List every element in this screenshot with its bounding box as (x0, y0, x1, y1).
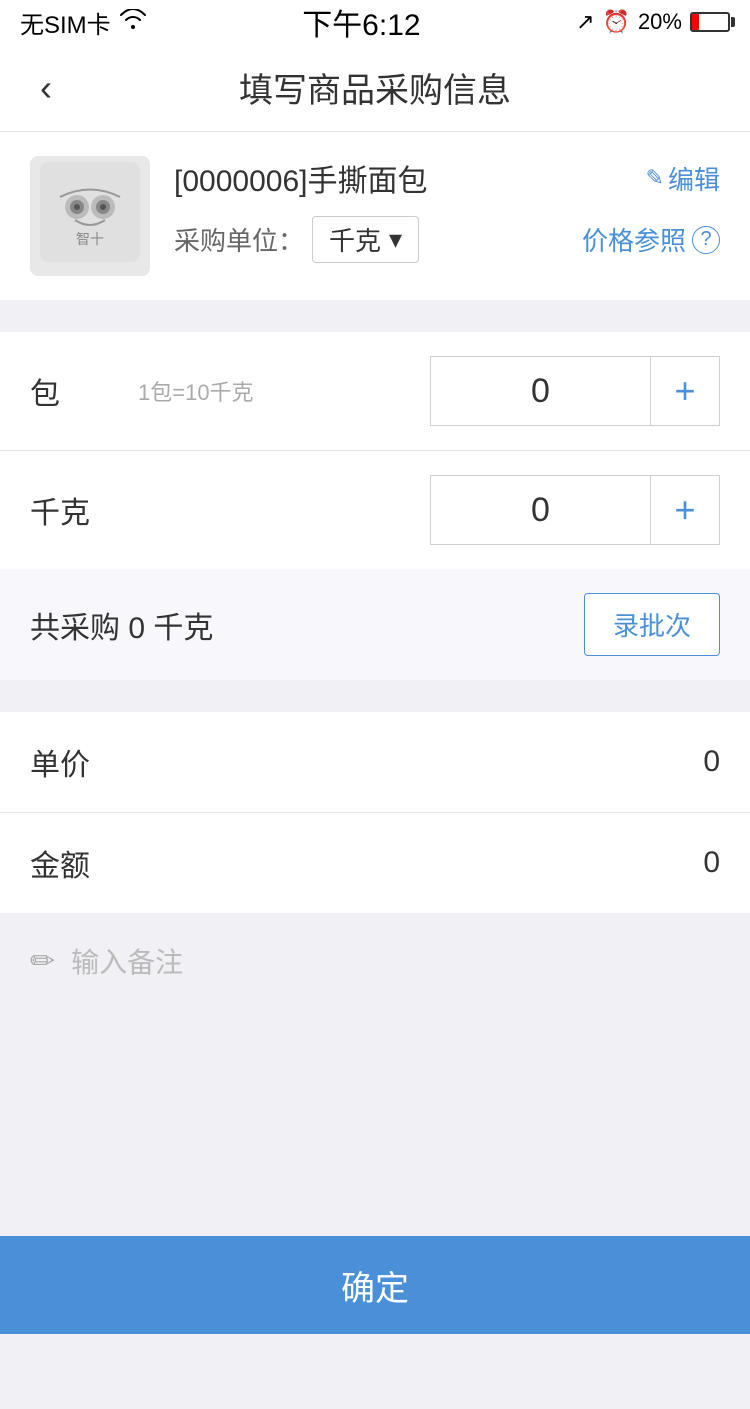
unit-label: 采购单位： (174, 221, 304, 258)
location-icon: ↗ (576, 9, 594, 35)
wifi-icon (119, 8, 147, 36)
kg-input-row: 千克 + (0, 451, 750, 569)
bao-hint: 1包=10千克 (138, 375, 254, 407)
amount-row: 金额 0 (0, 813, 750, 913)
status-time: 下午6:12 (302, 0, 420, 44)
status-left: 无SIM卡 (20, 5, 147, 40)
summary-row: 共采购 0 千克 录批次 (0, 569, 750, 680)
svg-text:智十: 智十 (76, 231, 104, 247)
unit-price-value: 0 (703, 745, 720, 779)
confirm-button-label: 确定 (341, 1261, 409, 1310)
section-divider-1 (0, 316, 750, 332)
battery-icon (690, 12, 730, 32)
input-section: 包 1包=10千克 + 千克 + (0, 332, 750, 569)
help-icon: ? (692, 226, 720, 254)
pencil-icon: ✏ (30, 944, 55, 979)
price-ref-button[interactable]: 价格参照 ? (582, 221, 720, 258)
price-section: 单价 0 金额 0 (0, 712, 750, 913)
bao-plus-button[interactable]: + (650, 356, 720, 426)
kg-input-group: + (430, 475, 720, 545)
unit-select[interactable]: 千克 ▾ (312, 216, 419, 263)
product-card: 智十 [0000006]手撕面包 ✎ 编辑 采购单位： 千克 ▾ (0, 132, 750, 300)
product-unit-row: 采购单位： 千克 ▾ 价格参照 ? (174, 216, 720, 263)
status-bar: 无SIM卡 下午6:12 ↗ ⏰ 20% (0, 0, 750, 44)
section-divider-2 (0, 680, 750, 696)
battery-percent: 20% (638, 9, 682, 35)
kg-plus-button[interactable]: + (650, 475, 720, 545)
kg-label: 千克 (30, 488, 130, 532)
content-area: 智十 [0000006]手撕面包 ✎ 编辑 采购单位： 千克 ▾ (0, 132, 750, 1409)
bao-label: 包 (30, 369, 130, 413)
amount-label: 金额 (30, 841, 703, 885)
carrier-label: 无SIM卡 (20, 5, 111, 40)
amount-value: 0 (703, 846, 720, 880)
bao-number-input[interactable] (430, 356, 650, 426)
nav-bar: ‹ 填写商品采购信息 (0, 44, 750, 132)
confirm-bar[interactable]: 确定 (0, 1236, 750, 1334)
alarm-icon: ⏰ (603, 9, 630, 35)
product-logo: 智十 (40, 162, 140, 270)
edit-button[interactable]: ✎ 编辑 (646, 160, 720, 197)
product-name: [0000006]手撕面包 (174, 156, 427, 200)
unit-price-label: 单价 (30, 740, 703, 784)
note-placeholder: 输入备注 (71, 941, 183, 981)
kg-number-input[interactable] (430, 475, 650, 545)
product-image: 智十 (30, 156, 150, 276)
product-info: [0000006]手撕面包 ✎ 编辑 采购单位： 千克 ▾ 价格参照 ? (174, 156, 720, 263)
note-section[interactable]: ✏ 输入备注 (0, 913, 750, 1009)
summary-text: 共采购 0 千克 (30, 603, 584, 647)
unit-price-row: 单价 0 (0, 712, 750, 813)
batch-button[interactable]: 录批次 (584, 593, 720, 656)
dropdown-arrow-icon: ▾ (389, 224, 402, 255)
edit-icon: ✎ (646, 165, 664, 191)
bao-input-row: 包 1包=10千克 + (0, 332, 750, 451)
product-header: [0000006]手撕面包 ✎ 编辑 (174, 156, 720, 200)
back-button[interactable]: ‹ (30, 57, 62, 119)
page-title: 填写商品采购信息 (239, 63, 511, 112)
summary-section: 共采购 0 千克 录批次 (0, 569, 750, 680)
bao-input-group: + (430, 356, 720, 426)
status-right: ↗ ⏰ 20% (576, 9, 730, 35)
